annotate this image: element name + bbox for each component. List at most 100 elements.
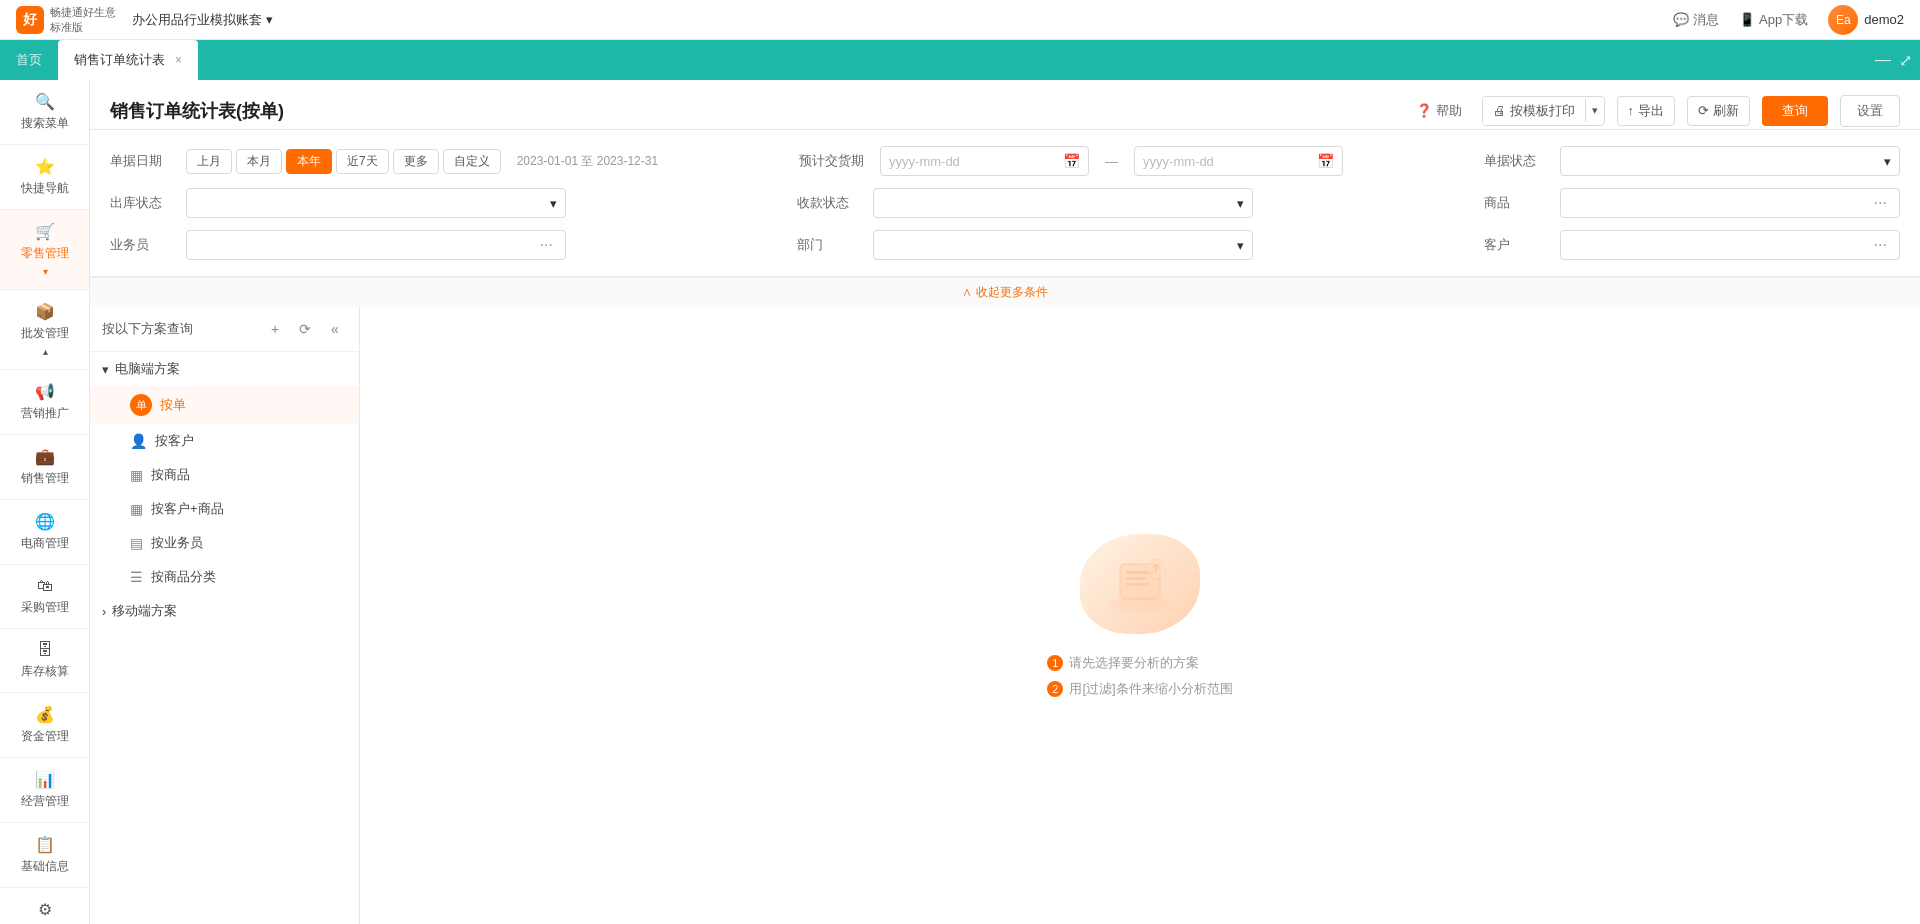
mobile-group-header[interactable]: › 移动端方案 — [90, 594, 359, 628]
date-range-text: 2023-01-01 至 2023-12-31 — [517, 153, 658, 170]
sidebar-item-quicknav[interactable]: ⭐ 快捷导航 — [0, 145, 89, 210]
payment-status-chevron: ▾ — [1237, 196, 1244, 211]
scheme-by-order[interactable]: 单 按单 — [90, 386, 359, 424]
retail-arrow-icon: ▾ — [43, 266, 48, 277]
status-select[interactable]: ▾ — [1560, 146, 1900, 176]
date-btn-thisyear[interactable]: 本年 — [286, 149, 332, 174]
sidebar-item-finance[interactable]: 💰 资金管理 — [0, 693, 89, 758]
department-select[interactable]: ▾ — [873, 230, 1253, 260]
download-icon: 📱 — [1739, 12, 1755, 27]
message-action[interactable]: 💬 消息 — [1673, 11, 1719, 29]
query-button[interactable]: 查询 — [1762, 96, 1828, 126]
status-select-chevron: ▾ — [1884, 154, 1891, 169]
user-area[interactable]: Ea demo2 — [1828, 5, 1904, 35]
page-title: 销售订单统计表(按单) — [110, 99, 284, 123]
product-select[interactable]: ··· — [1560, 188, 1900, 218]
collapse-bar[interactable]: ∧ 收起更多条件 — [90, 277, 1920, 307]
add-scheme-button[interactable]: + — [263, 317, 287, 341]
calendar-start-icon[interactable]: 📅 — [1063, 153, 1080, 169]
print-dropdown-button[interactable]: ▾ — [1585, 99, 1604, 122]
delivery-date-start-input[interactable]: 📅 — [880, 146, 1089, 176]
help-button[interactable]: ❓ 帮助 — [1408, 98, 1470, 124]
purchase-icon: 🛍 — [37, 577, 53, 595]
customer-scheme-icon: 👤 — [130, 433, 147, 449]
marketing-icon: 📢 — [35, 382, 55, 401]
top-bar-left: 好 畅捷通好生意 标准版 办公用品行业模拟账套 ▾ — [16, 5, 281, 34]
scheme-by-customer[interactable]: 👤 按客户 — [90, 424, 359, 458]
date-btn-7days[interactable]: 近7天 — [336, 149, 389, 174]
app-download-action[interactable]: 📱 App下载 — [1739, 11, 1808, 29]
export-button[interactable]: ↑ 导出 — [1617, 96, 1676, 126]
search-icon: 🔍 — [35, 92, 55, 111]
system-icon: ⚙ — [38, 900, 52, 919]
page-header: 销售订单统计表(按单) ❓ 帮助 🖨 按模板打印 ▾ ↑ 导出 — [90, 80, 1920, 130]
finance-icon: 💰 — [35, 705, 55, 724]
customer-select[interactable]: ··· — [1560, 230, 1900, 260]
delivery-date-end-input[interactable]: 📅 — [1134, 146, 1343, 176]
sidebar-item-system[interactable]: ⚙ 系统管理 — [0, 888, 89, 924]
refresh-scheme-button[interactable]: ⟳ — [293, 317, 317, 341]
sidebar: 🔍 搜索菜单 ⭐ 快捷导航 🛒 零售管理 ▾ 📦 批发管理 ▴ 📢 营销推广 💼… — [0, 80, 90, 924]
app-selector[interactable]: 办公用品行业模拟账套 ▾ — [124, 7, 281, 33]
help-icon: ❓ — [1416, 103, 1432, 118]
delivery-status-select[interactable]: ▾ — [186, 188, 566, 218]
product-ellipsis-button[interactable]: ··· — [1870, 194, 1891, 212]
payment-status-label: 收款状态 — [797, 194, 857, 212]
by-order-icon: 单 — [130, 394, 152, 416]
wholesale-icon: 📦 — [35, 302, 55, 321]
calendar-end-icon[interactable]: 📅 — [1317, 153, 1334, 169]
collapse-panel-button[interactable]: « — [323, 317, 347, 341]
scheme-by-category[interactable]: ☰ 按商品分类 — [90, 560, 359, 594]
sidebar-item-ecommerce[interactable]: 🌐 电商管理 — [0, 500, 89, 565]
tab-home[interactable]: 首页 — [0, 40, 58, 80]
scheme-by-salesperson[interactable]: ▤ 按业务员 — [90, 526, 359, 560]
username: demo2 — [1864, 12, 1904, 27]
delivery-status-chevron: ▾ — [550, 196, 557, 211]
customer-ellipsis-button[interactable]: ··· — [1870, 236, 1891, 254]
sidebar-item-inventory[interactable]: 🗄 库存核算 — [0, 629, 89, 693]
settings-button[interactable]: 设置 — [1840, 95, 1900, 127]
empty-tip-1: 1 请先选择要分析的方案 — [1047, 654, 1232, 672]
date-btn-lastmonth[interactable]: 上月 — [186, 149, 232, 174]
product-label: 商品 — [1484, 194, 1544, 212]
date-btn-custom[interactable]: 自定义 — [443, 149, 501, 174]
date-btn-thismonth[interactable]: 本月 — [236, 149, 282, 174]
logo-area: 好 畅捷通好生意 标准版 — [16, 5, 116, 34]
pc-group-header[interactable]: ▾ 电脑端方案 — [90, 352, 359, 386]
filter-row-3: 业务员 ··· 部门 ▾ 客户 ··· — [110, 230, 1900, 260]
sidebar-item-basic[interactable]: 📋 基础信息 — [0, 823, 89, 888]
scheme-by-product[interactable]: ▦ 按商品 — [90, 458, 359, 492]
empty-tip-2: 2 用[过滤]条件来缩小分析范围 — [1047, 680, 1232, 698]
window-maximize-button[interactable]: ⤢ — [1899, 51, 1912, 70]
inventory-icon: 🗄 — [37, 641, 53, 659]
payment-status-select[interactable]: ▾ — [873, 188, 1253, 218]
salesperson-select[interactable]: ··· — [186, 230, 566, 260]
sidebar-item-wholesale[interactable]: 📦 批发管理 ▴ — [0, 290, 89, 370]
sales-icon: 💼 — [35, 447, 55, 466]
refresh-button[interactable]: ⟳ 刷新 — [1687, 96, 1750, 126]
date-filter: 上月 本月 本年 近7天 更多 自定义 — [186, 149, 501, 174]
tab-close-button[interactable]: × — [175, 53, 182, 67]
empty-svg: ? — [1100, 549, 1180, 619]
sidebar-item-search[interactable]: 🔍 搜索菜单 — [0, 80, 89, 145]
salesperson-ellipsis-button[interactable]: ··· — [536, 236, 557, 254]
sidebar-item-operations[interactable]: 📊 经营管理 — [0, 758, 89, 823]
scheme-by-customer-product[interactable]: ▦ 按客户+商品 — [90, 492, 359, 526]
left-panel-toolbar: 按以下方案查询 + ⟳ « — [90, 307, 359, 352]
sidebar-item-purchase[interactable]: 🛍 采购管理 — [0, 565, 89, 629]
delivery-status-label: 出库状态 — [110, 194, 170, 212]
window-minimize-button[interactable]: — — [1875, 51, 1891, 69]
customer-product-scheme-icon: ▦ — [130, 501, 143, 517]
print-button-wrap: 🖨 按模板打印 ▾ — [1482, 96, 1605, 126]
tip-num-2: 2 — [1047, 681, 1063, 697]
svg-rect-3 — [1126, 577, 1146, 580]
sidebar-item-retail[interactable]: 🛒 零售管理 ▾ — [0, 210, 89, 290]
salesperson-label: 业务员 — [110, 236, 170, 254]
tab-sales-order[interactable]: 销售订单统计表 × — [58, 40, 198, 80]
sidebar-item-sales[interactable]: 💼 销售管理 — [0, 435, 89, 500]
date-btn-more[interactable]: 更多 — [393, 149, 439, 174]
print-button[interactable]: 🖨 按模板打印 — [1483, 97, 1585, 125]
logo-text: 畅捷通好生意 标准版 — [50, 5, 116, 34]
filter-row-1: 单据日期 上月 本月 本年 近7天 更多 自定义 2023-01-01 至 20… — [110, 146, 1900, 176]
sidebar-item-marketing[interactable]: 📢 营销推广 — [0, 370, 89, 435]
